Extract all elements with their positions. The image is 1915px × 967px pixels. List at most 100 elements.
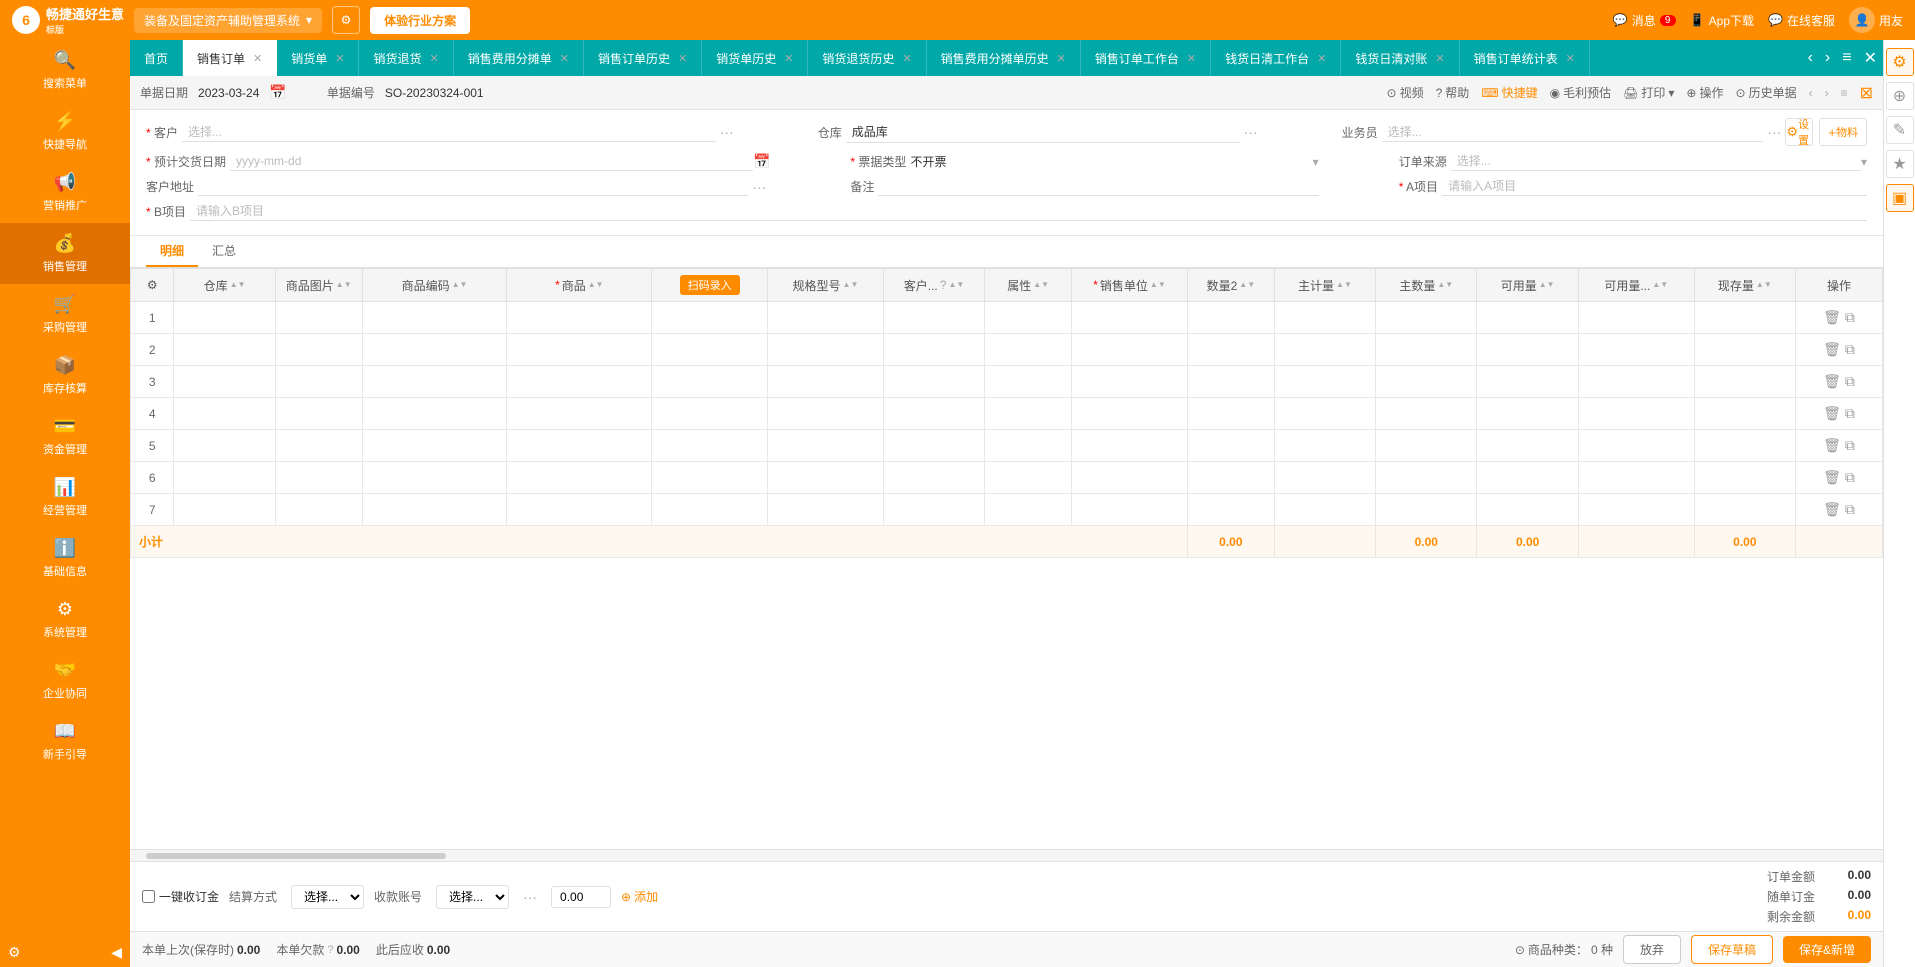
tab-sales-fee[interactable]: 销售费用分摊单✕ — [454, 40, 584, 76]
b-project-input[interactable] — [190, 202, 1867, 221]
add-payment-btn[interactable]: ⊕ 添加 — [621, 888, 658, 905]
row-attr-2[interactable] — [985, 334, 1072, 366]
row-qty2-2[interactable] — [1187, 334, 1274, 366]
tab-close-daily-reconcile[interactable]: ✕ — [1435, 52, 1444, 65]
row-spec-2[interactable] — [768, 334, 884, 366]
sort-stock[interactable]: ▲▼ — [1756, 281, 1772, 289]
th-available2[interactable]: 可用量...▲▼ — [1578, 269, 1694, 302]
toolbar-list-btn[interactable]: ≡ — [1841, 86, 1848, 100]
tab-close-sales-fee[interactable]: ✕ — [560, 52, 569, 65]
row-main-qty-1[interactable] — [1376, 302, 1477, 334]
invoice-dropdown-icon[interactable]: ▾ — [1313, 155, 1319, 169]
th-code[interactable]: 商品编码▲▼ — [362, 269, 507, 302]
sort-img[interactable]: ▲▼ — [336, 281, 352, 289]
shortcut-btn[interactable]: ⌨ 快捷键 — [1481, 84, 1537, 101]
row-code-5[interactable] — [362, 430, 507, 462]
message-btn[interactable]: 💬 消息 9 — [1613, 12, 1676, 29]
discard-btn[interactable]: 放弃 — [1623, 935, 1681, 964]
sidebar-item-sales[interactable]: 💰 销售管理 — [0, 223, 130, 284]
row-spec-5[interactable] — [768, 430, 884, 462]
th-warehouse[interactable]: 仓库▲▼ — [174, 269, 275, 302]
sort-attr[interactable]: ▲▼ — [1033, 281, 1049, 289]
row-main-qty-3[interactable] — [1376, 366, 1477, 398]
row-customer-3[interactable] — [883, 366, 984, 398]
settings-icon[interactable]: ⚙ — [332, 6, 360, 34]
tab-sales-order[interactable]: 销售订单✕ — [183, 40, 277, 76]
row-spec-6[interactable] — [768, 462, 884, 494]
row-warehouse-2[interactable] — [174, 334, 275, 366]
row-customer-5[interactable] — [883, 430, 984, 462]
row-product-1[interactable] — [507, 302, 652, 334]
sort-main-qty[interactable]: ▲▼ — [1437, 281, 1453, 289]
row-code-2[interactable] — [362, 334, 507, 366]
row-customer-4[interactable] — [883, 398, 984, 430]
tab-close-all-btn[interactable]: ✕ — [1858, 48, 1883, 68]
staff-input[interactable] — [1382, 123, 1764, 142]
tab-daily-reconcile[interactable]: 钱货日清对账✕ — [1341, 40, 1459, 76]
solution-btn[interactable]: 体验行业方案 — [370, 7, 470, 34]
row-unit-2[interactable] — [1072, 334, 1188, 366]
sidebar-item-guide[interactable]: 📖 新手引导 — [0, 711, 130, 772]
row-delete-3[interactable]: 🗑 — [1823, 373, 1841, 390]
row-spec-3[interactable] — [768, 366, 884, 398]
sort-qty2[interactable]: ▲▼ — [1239, 281, 1255, 289]
th-attr[interactable]: 属性▲▼ — [985, 269, 1072, 302]
row-unit-1[interactable] — [1072, 302, 1188, 334]
right-panel-expand-icon[interactable]: ⊕ — [1886, 82, 1914, 110]
tab-close-sales-return-hist[interactable]: ✕ — [902, 52, 911, 65]
row-spec-7[interactable] — [768, 494, 884, 526]
print-btn[interactable]: 🖨 打印 ▾ — [1623, 84, 1674, 101]
row-delete-7[interactable]: 🗑 — [1823, 501, 1841, 518]
staff-dots[interactable]: ··· — [1763, 124, 1785, 140]
user-profile[interactable]: 👤 用友 — [1849, 7, 1903, 33]
help-btn[interactable]: ? 帮助 — [1436, 84, 1470, 101]
tab-sales-return[interactable]: 销货退货✕ — [359, 40, 453, 76]
row-code-6[interactable] — [362, 462, 507, 494]
tab-sales-fee-hist[interactable]: 销售费用分摊单历史✕ — [927, 40, 1081, 76]
debt-help-icon[interactable]: ? — [327, 944, 333, 956]
row-copy-1[interactable]: ⧉ — [1845, 309, 1855, 326]
tab-detail[interactable]: 明细 — [146, 236, 198, 267]
row-copy-7[interactable]: ⧉ — [1845, 501, 1855, 518]
row-customer-7[interactable] — [883, 494, 984, 526]
calendar-icon[interactable]: 📅 — [269, 84, 286, 101]
profit-btn[interactable]: ◉ 毛利预估 — [1550, 84, 1612, 101]
row-warehouse-5[interactable] — [174, 430, 275, 462]
view-btn[interactable]: ⊙ 视频 — [1387, 84, 1424, 101]
row-unit-6[interactable] — [1072, 462, 1188, 494]
row-qty2-3[interactable] — [1187, 366, 1274, 398]
th-spec[interactable]: 规格型号▲▼ — [768, 269, 884, 302]
tab-close-sales-workbench[interactable]: ✕ — [1187, 52, 1196, 65]
add-material-btn[interactable]: + 物料 — [1819, 118, 1867, 146]
th-unit[interactable]: *销售单位▲▼ — [1072, 269, 1188, 302]
row-copy-4[interactable]: ⧉ — [1845, 405, 1855, 422]
row-unit-4[interactable] — [1072, 398, 1188, 430]
row-attr-6[interactable] — [985, 462, 1072, 494]
sidebar-item-finance[interactable]: 💳 资金管理 — [0, 406, 130, 467]
row-product-2[interactable] — [507, 334, 652, 366]
sort-available[interactable]: ▲▼ — [1539, 281, 1555, 289]
right-panel-data-icon[interactable]: ▣ — [1886, 184, 1914, 212]
save-new-btn[interactable]: 保存&新增 — [1783, 936, 1871, 963]
row-warehouse-1[interactable] — [174, 302, 275, 334]
customer-dots[interactable]: ··· — [716, 124, 738, 140]
horizontal-scrollbar[interactable] — [146, 853, 446, 859]
sidebar-settings-btn[interactable]: ⚙ — [8, 944, 21, 961]
pay-method-select[interactable]: 选择... — [291, 885, 364, 909]
one-click-check[interactable] — [142, 890, 155, 903]
one-click-checkbox[interactable]: 一键收订金 — [142, 888, 219, 905]
row-qty2-6[interactable] — [1187, 462, 1274, 494]
row-unit-7[interactable] — [1072, 494, 1188, 526]
row-warehouse-6[interactable] — [174, 462, 275, 494]
sort-available2[interactable]: ▲▼ — [1652, 281, 1668, 289]
row-product-3[interactable] — [507, 366, 652, 398]
row-main-qty-5[interactable] — [1376, 430, 1477, 462]
bank-dots[interactable]: ··· — [519, 889, 541, 905]
customer-input[interactable] — [182, 123, 716, 142]
bank-account-select[interactable]: 选择... — [436, 885, 509, 909]
th-img[interactable]: 商品图片▲▼ — [275, 269, 362, 302]
th-available[interactable]: 可用量▲▼ — [1477, 269, 1578, 302]
order-source-dropdown-icon[interactable]: ▾ — [1861, 155, 1867, 169]
row-delete-4[interactable]: 🗑 — [1823, 405, 1841, 422]
row-qty2-1[interactable] — [1187, 302, 1274, 334]
